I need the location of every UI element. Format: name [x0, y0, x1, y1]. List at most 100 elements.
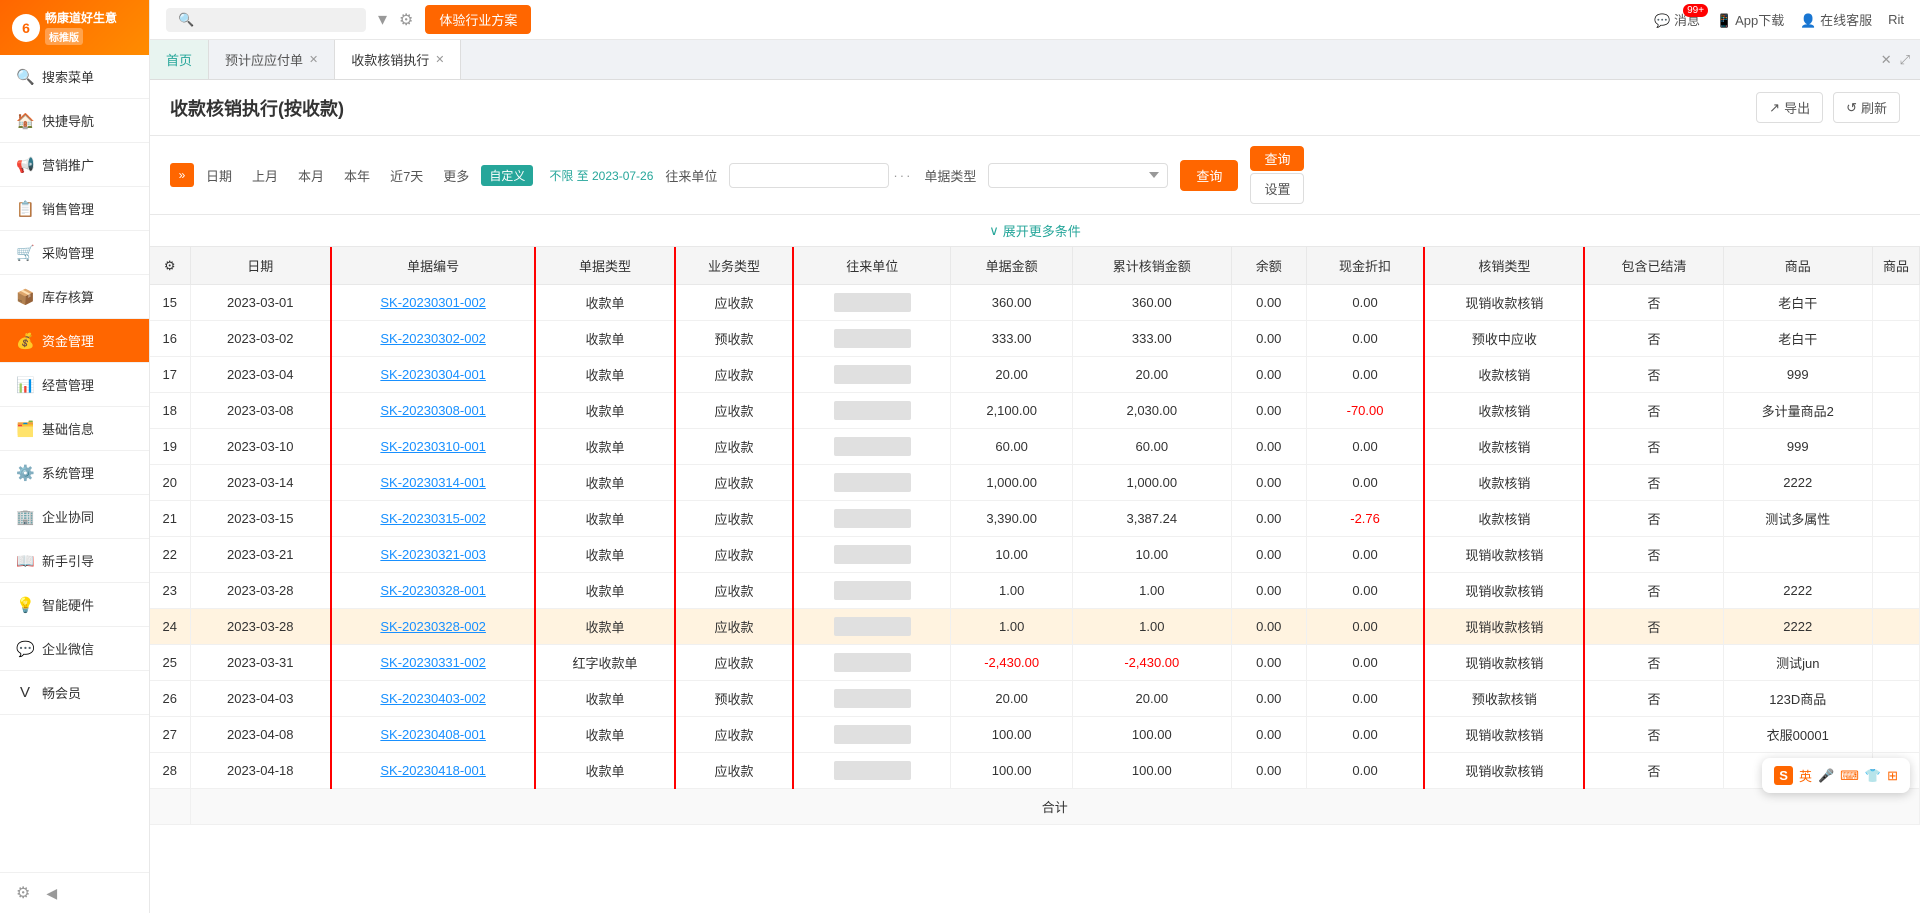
bill-no-link[interactable]: SK-20230328-001: [380, 583, 486, 598]
bill-no-link[interactable]: SK-20230418-001: [380, 763, 486, 778]
sidebar-label-purchase: 采购管理: [42, 243, 94, 262]
gear-icon[interactable]: ⚙: [399, 10, 413, 30]
tab-fullscreen[interactable]: ⤢: [1900, 52, 1910, 68]
cell-bill-no[interactable]: SK-20230302-002: [331, 321, 535, 357]
cell-bill-no[interactable]: SK-20230331-002: [331, 645, 535, 681]
table-row[interactable]: 17 2023-03-04 SK-20230304-001 收款单 应收款 ██…: [150, 357, 1920, 393]
cell-bill-no[interactable]: SK-20230314-001: [331, 465, 535, 501]
cell-bill-no[interactable]: SK-20230328-002: [331, 609, 535, 645]
table-row[interactable]: 27 2023-04-08 SK-20230408-001 收款单 应收款 ██…: [150, 717, 1920, 753]
bill-type-select[interactable]: [988, 163, 1168, 188]
bill-no-link[interactable]: SK-20230331-002: [380, 655, 486, 670]
bill-no-link[interactable]: SK-20230310-001: [380, 439, 486, 454]
tab-receipt[interactable]: 收款核销执行✕: [335, 40, 461, 79]
sidebar-item-enterprise[interactable]: 🏢企业协同: [0, 495, 149, 539]
filter-7days[interactable]: 近7天: [382, 163, 431, 188]
table-container[interactable]: ⚙ 日期 单据编号 单据类型 业务类型 往来单位 单据金额 累计核销金额 余额 …: [150, 247, 1920, 913]
bill-no-link[interactable]: SK-20230308-001: [380, 403, 486, 418]
tab-close-receipt[interactable]: ✕: [435, 53, 444, 66]
bill-no-link[interactable]: SK-20230304-001: [380, 367, 486, 382]
cell-bill-no[interactable]: SK-20230301-002: [331, 285, 535, 321]
table-row[interactable]: 26 2023-04-03 SK-20230403-002 收款单 预收款 ██…: [150, 681, 1920, 717]
party-input[interactable]: [729, 163, 889, 188]
sidebar-item-wechat[interactable]: 💬企业微信: [0, 627, 149, 671]
cell-bill-no[interactable]: SK-20230315-002: [331, 501, 535, 537]
filter-last-month[interactable]: 上月: [244, 163, 286, 188]
sidebar-icon-basics: 🗂️: [16, 420, 34, 438]
tab-prepay[interactable]: 预计应应付单✕: [209, 40, 335, 79]
float-grid-icon[interactable]: ⊞: [1887, 768, 1898, 784]
table-row[interactable]: 19 2023-03-10 SK-20230310-001 收款单 应收款 ██…: [150, 429, 1920, 465]
export-btn[interactable]: ↗ 导出: [1756, 92, 1823, 123]
sidebar-item-marketing[interactable]: 📢营销推广: [0, 143, 149, 187]
query-btn[interactable]: 查询: [1180, 160, 1238, 191]
bill-no-link[interactable]: SK-20230301-002: [380, 295, 486, 310]
sidebar-item-search[interactable]: 🔍搜索菜单: [0, 55, 149, 99]
sidebar-item-operations[interactable]: 📊经营管理: [0, 363, 149, 407]
cell-bill-no[interactable]: SK-20230310-001: [331, 429, 535, 465]
online-service[interactable]: 👤 在线客服: [1800, 10, 1872, 29]
table-row[interactable]: 22 2023-03-21 SK-20230321-003 收款单 应收款 ██…: [150, 537, 1920, 573]
table-row[interactable]: 24 2023-03-28 SK-20230328-002 收款单 应收款 ██…: [150, 609, 1920, 645]
sidebar-item-sales[interactable]: 📋销售管理: [0, 187, 149, 231]
sidebar-item-system[interactable]: ⚙️系统管理: [0, 451, 149, 495]
app-download[interactable]: 📱 App下载: [1716, 10, 1784, 29]
float-mic-icon[interactable]: 🎤: [1818, 768, 1834, 784]
table-row[interactable]: 16 2023-03-02 SK-20230302-002 收款单 预收款 ██…: [150, 321, 1920, 357]
refresh-btn[interactable]: ↺ 刷新: [1833, 92, 1900, 123]
cell-bill-no[interactable]: SK-20230308-001: [331, 393, 535, 429]
cell-bill-no[interactable]: SK-20230408-001: [331, 717, 535, 753]
filter-toggle[interactable]: »: [170, 163, 194, 187]
filter-custom-btn[interactable]: 自定义: [481, 165, 533, 186]
table-row[interactable]: 21 2023-03-15 SK-20230315-002 收款单 应收款 ██…: [150, 501, 1920, 537]
float-shirt-icon[interactable]: 👕: [1865, 768, 1881, 784]
cell-bill-no[interactable]: SK-20230328-001: [331, 573, 535, 609]
filter-this-month[interactable]: 本月: [290, 163, 332, 188]
party-dots[interactable]: ···: [893, 168, 912, 183]
cell-bill-no[interactable]: SK-20230403-002: [331, 681, 535, 717]
table-row[interactable]: 23 2023-03-28 SK-20230328-001 收款单 应收款 ██…: [150, 573, 1920, 609]
cell-goods1: 老白干: [1723, 321, 1872, 357]
cell-bill-no[interactable]: SK-20230418-001: [331, 753, 535, 789]
bill-no-link[interactable]: SK-20230302-002: [380, 331, 486, 346]
sidebar-item-purchase[interactable]: 🛒采购管理: [0, 231, 149, 275]
sidebar-item-hardware[interactable]: 💡智能硬件: [0, 583, 149, 627]
th-discount: 现金折扣: [1306, 247, 1424, 285]
settings-btn[interactable]: 设置: [1250, 173, 1304, 204]
cell-bill-no[interactable]: SK-20230321-003: [331, 537, 535, 573]
table-row[interactable]: 15 2023-03-01 SK-20230301-002 收款单 应收款 ██…: [150, 285, 1920, 321]
bill-no-link[interactable]: SK-20230314-001: [380, 475, 486, 490]
query-btn2[interactable]: 查询: [1250, 146, 1304, 171]
float-keyboard-icon[interactable]: ⌨: [1840, 768, 1859, 784]
float-s-icon: S: [1774, 766, 1793, 785]
table-row[interactable]: 20 2023-03-14 SK-20230314-001 收款单 应收款 ██…: [150, 465, 1920, 501]
notification[interactable]: 💬 消息 99+: [1654, 10, 1700, 29]
sidebar-item-member[interactable]: V畅会员: [0, 671, 149, 715]
tab-home[interactable]: 首页: [150, 40, 209, 79]
sidebar-item-finance[interactable]: 💰资金管理: [0, 319, 149, 363]
sidebar-item-basics[interactable]: 🗂️基础信息: [0, 407, 149, 451]
filter-more[interactable]: 更多: [435, 163, 477, 188]
table-row[interactable]: 28 2023-04-18 SK-20230418-001 收款单 应收款 ██…: [150, 753, 1920, 789]
bill-no-link[interactable]: SK-20230408-001: [380, 727, 486, 742]
cell-write-off-type: 现销收款核销: [1424, 573, 1584, 609]
table-row[interactable]: 18 2023-03-08 SK-20230308-001 收款单 应收款 ██…: [150, 393, 1920, 429]
settings-icon[interactable]: ⚙: [16, 883, 30, 903]
expand-btn[interactable]: ∨ 展开更多条件: [989, 221, 1081, 240]
sidebar-item-inventory[interactable]: 📦库存核算: [0, 275, 149, 319]
tab-close-prepay[interactable]: ✕: [309, 53, 318, 66]
table-row[interactable]: 25 2023-03-31 SK-20230331-002 红字收款单 应收款 …: [150, 645, 1920, 681]
cell-bill-no[interactable]: SK-20230304-001: [331, 357, 535, 393]
filter-this-year[interactable]: 本年: [336, 163, 378, 188]
industry-btn[interactable]: 体验行业方案: [425, 5, 531, 34]
bill-no-link[interactable]: SK-20230321-003: [380, 547, 486, 562]
bill-no-link[interactable]: SK-20230315-002: [380, 511, 486, 526]
collapse-icon[interactable]: ◀: [46, 885, 57, 902]
tab-close-all[interactable]: ✕: [1881, 52, 1892, 68]
sidebar-item-guide[interactable]: 📖新手引导: [0, 539, 149, 583]
bill-no-link[interactable]: SK-20230403-002: [380, 691, 486, 706]
topbar-search[interactable]: 🔍: [166, 8, 366, 32]
bill-no-link[interactable]: SK-20230328-002: [380, 619, 486, 634]
dropdown-icon[interactable]: ▾: [378, 9, 387, 30]
sidebar-item-quicknav[interactable]: 🏠快捷导航: [0, 99, 149, 143]
